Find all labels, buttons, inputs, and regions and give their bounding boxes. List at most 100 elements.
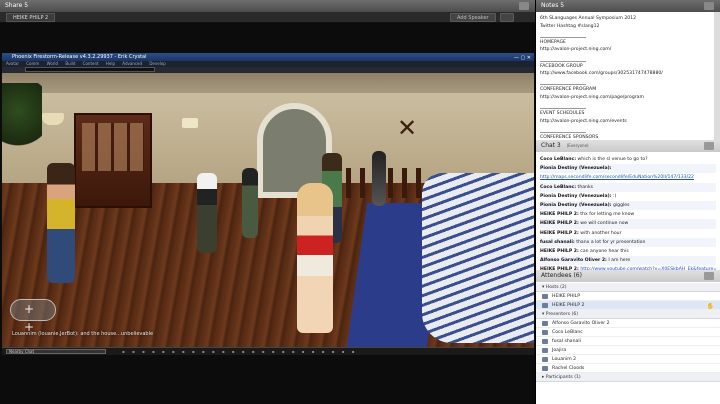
menu-content[interactable]: Content [83, 61, 99, 66]
menu-world[interactable]: World [47, 61, 58, 66]
chat-sender: Coco LeBlanc: [540, 157, 577, 162]
chat-sender: HEIKE PHILP 2: [540, 221, 579, 227]
attendees-count: (6) [573, 272, 582, 279]
attendee-row[interactable]: Rachel Cloods [536, 364, 720, 373]
menu-avatar[interactable]: Avatar [6, 61, 19, 66]
chat-message: http://maps.secondlife.com/secondlife/Ed… [540, 173, 716, 182]
menu-help[interactable]: Help [106, 61, 115, 66]
presenter-label: HEIKE PHILP 2 [6, 13, 56, 22]
scene-lamp [42, 113, 64, 125]
note-line: http://www.facebook.com/groups/302531747… [540, 71, 663, 77]
menu-comm[interactable]: Comm [26, 61, 39, 66]
scene-striped-sofa [422, 173, 534, 343]
share-pod: Share 5 HEIKE PHILP 2 Add Speaker Phoeni… [0, 0, 535, 404]
note-line: http://avalon-project.ning.com/page/prog… [540, 94, 644, 100]
chat-message: fusal shanali: thanx a lot for yr presen… [540, 237, 716, 248]
chat-message: Pionia Destiny (Venezuela): giggles [540, 201, 716, 211]
avatar-figure[interactable] [242, 168, 258, 238]
notes-title-text: Notes 5 [541, 2, 565, 9]
avatar-figure[interactable] [47, 163, 75, 283]
note-line: Twitter Hashtag #slang12 [540, 23, 600, 29]
avatar-figure[interactable] [372, 151, 386, 206]
chat-text: we will continue now [578, 221, 629, 227]
attendee-row[interactable]: HEIKE PHILP 2 ✋ [536, 301, 720, 310]
attendee-row[interactable]: fusal shanali [536, 337, 720, 346]
menu-build[interactable]: Build [65, 61, 75, 66]
stop-sharing-button[interactable] [500, 13, 514, 22]
notes-pod-title: Notes 5 [536, 0, 720, 12]
chat-link[interactable]: http://maps.secondlife.com/secondlife/Ed… [540, 175, 694, 180]
note-separator [540, 54, 586, 62]
chat-pod: Chat 3 (Everyone) Coco LeBlanc: which is… [536, 140, 720, 270]
pod-menu-icon[interactable] [704, 272, 714, 280]
notes-content[interactable]: 6th SLanguages Annual Symposium 2012 Twit… [536, 12, 720, 140]
chat-text: which is the sl venue to go to? [576, 157, 648, 162]
local-chat-overlay: Louannim (louanie.JerBot): and the house… [12, 331, 154, 337]
menu-develop[interactable]: Develop [149, 61, 165, 66]
chat-text: giggles [611, 203, 630, 209]
bottom-toolbar-icons[interactable]: ▪ ▪ ▪ ▪ ▪ ▪ ▪ ▪ ▪ ▪ ▪ ▪ ▪ ▪ ▪ ▪ ▪ ▪ ▪ ▪ … [122, 349, 357, 354]
user-icon [542, 303, 548, 308]
scene-plant [2, 83, 42, 153]
viewer-title-bar: Phoenix Firestorm-Release v4.3.2.29937 -… [2, 53, 534, 61]
virtual-world-scene[interactable]: ✕ + + Louannim (louanie.JerBot): and the… [2, 73, 534, 347]
user-icon [542, 330, 548, 335]
chat-message: Coco LeBlanc: which is the sl venue to g… [540, 155, 716, 164]
pod-menu-icon[interactable] [519, 2, 529, 10]
chat-text: :) [611, 193, 617, 199]
attendee-name: fusal shanali [552, 339, 581, 344]
group-hosts[interactable]: ▾ Hosts (2) [536, 283, 720, 292]
note-separator [540, 78, 586, 86]
user-icon [542, 348, 548, 353]
pod-menu-icon[interactable] [704, 2, 714, 10]
attendee-row[interactable]: Coco LeBlanc [536, 328, 720, 337]
note-line: CONFERENCE PROGRAM [540, 87, 597, 93]
menu-advanced[interactable]: Advanced [122, 61, 142, 66]
chat-message: Pionia Destiny (Venezuela): :) [540, 192, 716, 201]
attendees-pod: Attendees (6) ▾ Hosts (2) HEIKE PHILP HEI… [536, 270, 720, 404]
avatar-figure[interactable] [197, 173, 217, 253]
chat-title-text: Chat 3 [541, 142, 561, 149]
chat-sender: Coco LeBlanc: [540, 184, 577, 190]
attendee-row[interactable]: HEIKE PHILP [536, 292, 720, 301]
note-separator [540, 30, 586, 38]
attendee-row[interactable]: Joajira [536, 346, 720, 355]
attendee-name: HEIKE PHILP [552, 294, 580, 299]
add-speaker-button[interactable]: Add Speaker [450, 13, 496, 22]
chat-pod-title: Chat 3 (Everyone) [536, 140, 720, 152]
chat-sender: HEIKE PHILP 2: [540, 249, 579, 255]
note-line: HOMEPAGE [540, 39, 566, 45]
note-separator [540, 125, 586, 133]
note-line: 6th SLanguages Annual Symposium 2012 [540, 16, 637, 21]
scene-cabinet [74, 113, 152, 208]
attendees-title-text: Attendees [541, 272, 572, 279]
attendee-list: ▾ Hosts (2) HEIKE PHILP HEIKE PHILP 2 ✋ ▾ … [536, 282, 720, 383]
share-pod-title-text: Share 5 [5, 2, 29, 9]
group-presenters[interactable]: ▾ Presenters (6) [536, 310, 720, 319]
attendees-pod-title: Attendees (6) [536, 270, 720, 282]
chat-text: with another hour [578, 230, 622, 236]
chat-text: can anyone hear this [578, 249, 629, 255]
user-icon [542, 339, 548, 344]
location-field[interactable] [25, 67, 155, 72]
pod-menu-icon[interactable] [704, 142, 714, 150]
attendee-row[interactable]: Alfonso Garavito Oliver 2 [536, 319, 720, 328]
chat-text: thanks [576, 184, 594, 190]
scene-lamp [182, 118, 198, 128]
viewer-bottom-bar: Nearby Chat ▪ ▪ ▪ ▪ ▪ ▪ ▪ ▪ ▪ ▪ ▪ ▪ ▪ ▪ … [2, 347, 534, 355]
attendee-row[interactable]: Louanim 2 [536, 355, 720, 364]
notes-pod: Notes 5 6th SLanguages Annual Symposium … [536, 0, 720, 140]
chat-message: Alfonso Garavito Oliver 2: I am here [540, 256, 716, 266]
nearby-chat-input[interactable]: Nearby Chat [6, 349, 106, 354]
share-toolbar: HEIKE PHILP 2 Add Speaker [0, 12, 535, 23]
chat-text: thanx a lot for yr presentation [574, 239, 646, 245]
chat-message: HEIKE PHILP 2: we will continue now [540, 219, 716, 229]
movement-controls-icon[interactable]: + + [10, 299, 56, 334]
chat-sender: Pionia Destiny (Venezuela): [540, 193, 612, 199]
avatar-figure[interactable] [297, 183, 333, 333]
raised-hand-icon: ✋ [706, 303, 714, 310]
group-participants[interactable]: ▸ Participants (1) [536, 373, 720, 382]
user-icon [542, 321, 548, 326]
attendee-name: Rachel Cloods [552, 366, 585, 371]
chat-tab-everyone[interactable]: (Everyone) [567, 140, 589, 152]
